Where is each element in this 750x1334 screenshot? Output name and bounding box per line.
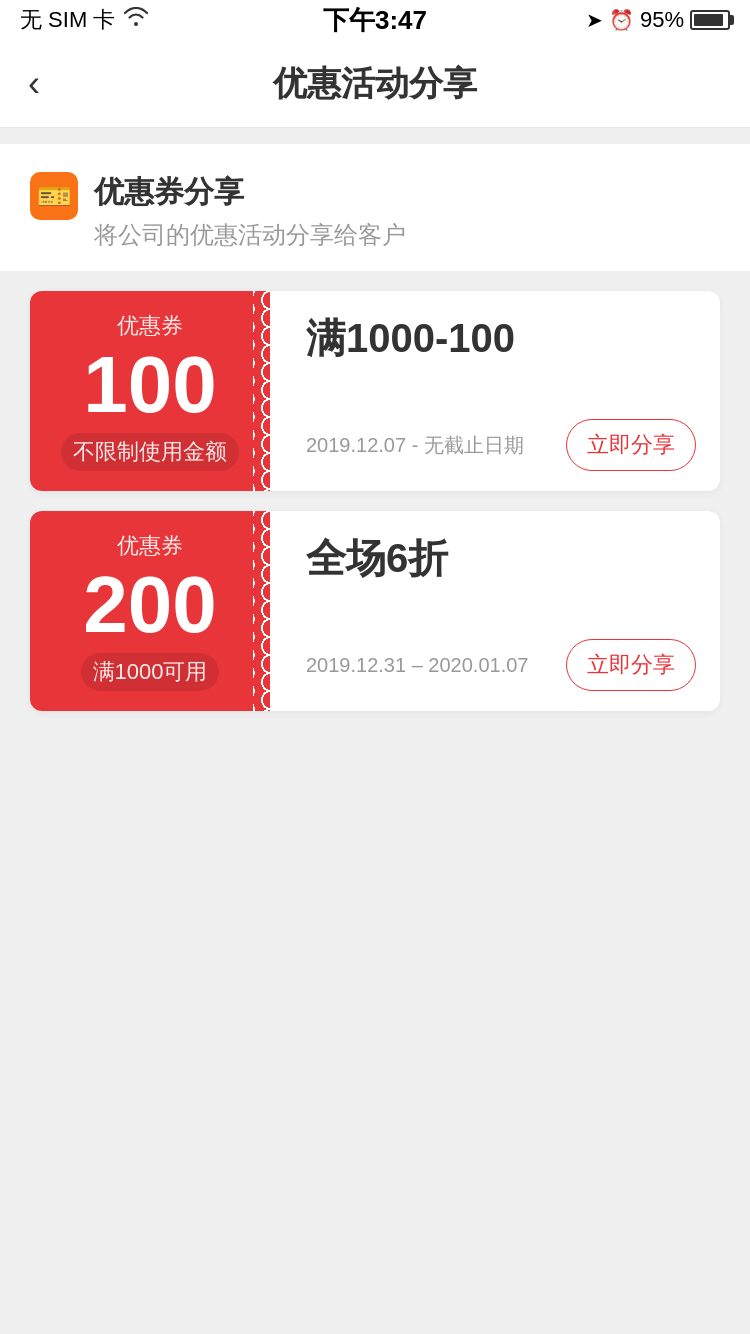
bottom-area <box>0 731 750 1331</box>
section-title: 优惠券分享 <box>94 172 406 213</box>
coupon-right-0: 满1000-100 2019.12.07 - 无截止日期 立即分享 <box>270 291 720 491</box>
section-icon: 🎫 <box>30 172 78 220</box>
battery-text: 95% <box>640 7 684 33</box>
coupon-label-0: 优惠券 <box>117 311 183 341</box>
coupon-footer-0: 2019.12.07 - 无截止日期 立即分享 <box>306 419 696 471</box>
status-left: 无 SIM 卡 <box>20 5 149 35</box>
status-time: 下午3:47 <box>323 3 427 38</box>
nav-bar: ‹ 优惠活动分享 <box>0 40 750 128</box>
coupon-condition-1: 满1000可用 <box>81 653 220 691</box>
coupon-condition-0: 不限制使用金额 <box>61 433 239 471</box>
coupon-left-0: 优惠券 100 不限制使用金额 <box>30 291 270 491</box>
coupon-card: 优惠券 200 满1000可用 全场6折 2019.12.31 – 2020.0… <box>30 511 720 711</box>
wifi-icon <box>123 7 149 33</box>
section-text: 优惠券分享 将公司的优惠活动分享给客户 <box>94 172 406 251</box>
coupon-label-1: 优惠券 <box>117 531 183 561</box>
coupon-amount-1: 200 <box>83 565 216 645</box>
back-button[interactable]: ‹ <box>28 66 40 102</box>
coupon-title-1: 全场6折 <box>306 531 696 586</box>
section-header: 🎫 优惠券分享 将公司的优惠活动分享给客户 <box>0 144 750 271</box>
location-icon: ➤ <box>586 8 603 32</box>
coupon-amount-0: 100 <box>83 345 216 425</box>
status-bar: 无 SIM 卡 下午3:47 ➤ ⏰ 95% <box>0 0 750 40</box>
carrier-text: 无 SIM 卡 <box>20 5 115 35</box>
battery-icon <box>690 10 730 30</box>
coupon-footer-1: 2019.12.31 – 2020.01.07 立即分享 <box>306 639 696 691</box>
share-button-0[interactable]: 立即分享 <box>566 419 696 471</box>
coupon-card: 优惠券 100 不限制使用金额 满1000-100 2019.12.07 - 无… <box>30 291 720 491</box>
alarm-icon: ⏰ <box>609 8 634 32</box>
coupon-date-0: 2019.12.07 - 无截止日期 <box>306 431 556 459</box>
nav-title: 优惠活动分享 <box>273 61 477 107</box>
coupon-list: 优惠券 100 不限制使用金额 满1000-100 2019.12.07 - 无… <box>0 271 750 731</box>
status-right: ➤ ⏰ 95% <box>586 7 730 33</box>
coupon-emoji-icon: 🎫 <box>37 180 72 213</box>
coupon-left-1: 优惠券 200 满1000可用 <box>30 511 270 711</box>
section-subtitle: 将公司的优惠活动分享给客户 <box>94 219 406 251</box>
share-button-1[interactable]: 立即分享 <box>566 639 696 691</box>
coupon-date-1: 2019.12.31 – 2020.01.07 <box>306 651 556 679</box>
coupon-title-0: 满1000-100 <box>306 311 696 366</box>
coupon-right-1: 全场6折 2019.12.31 – 2020.01.07 立即分享 <box>270 511 720 711</box>
